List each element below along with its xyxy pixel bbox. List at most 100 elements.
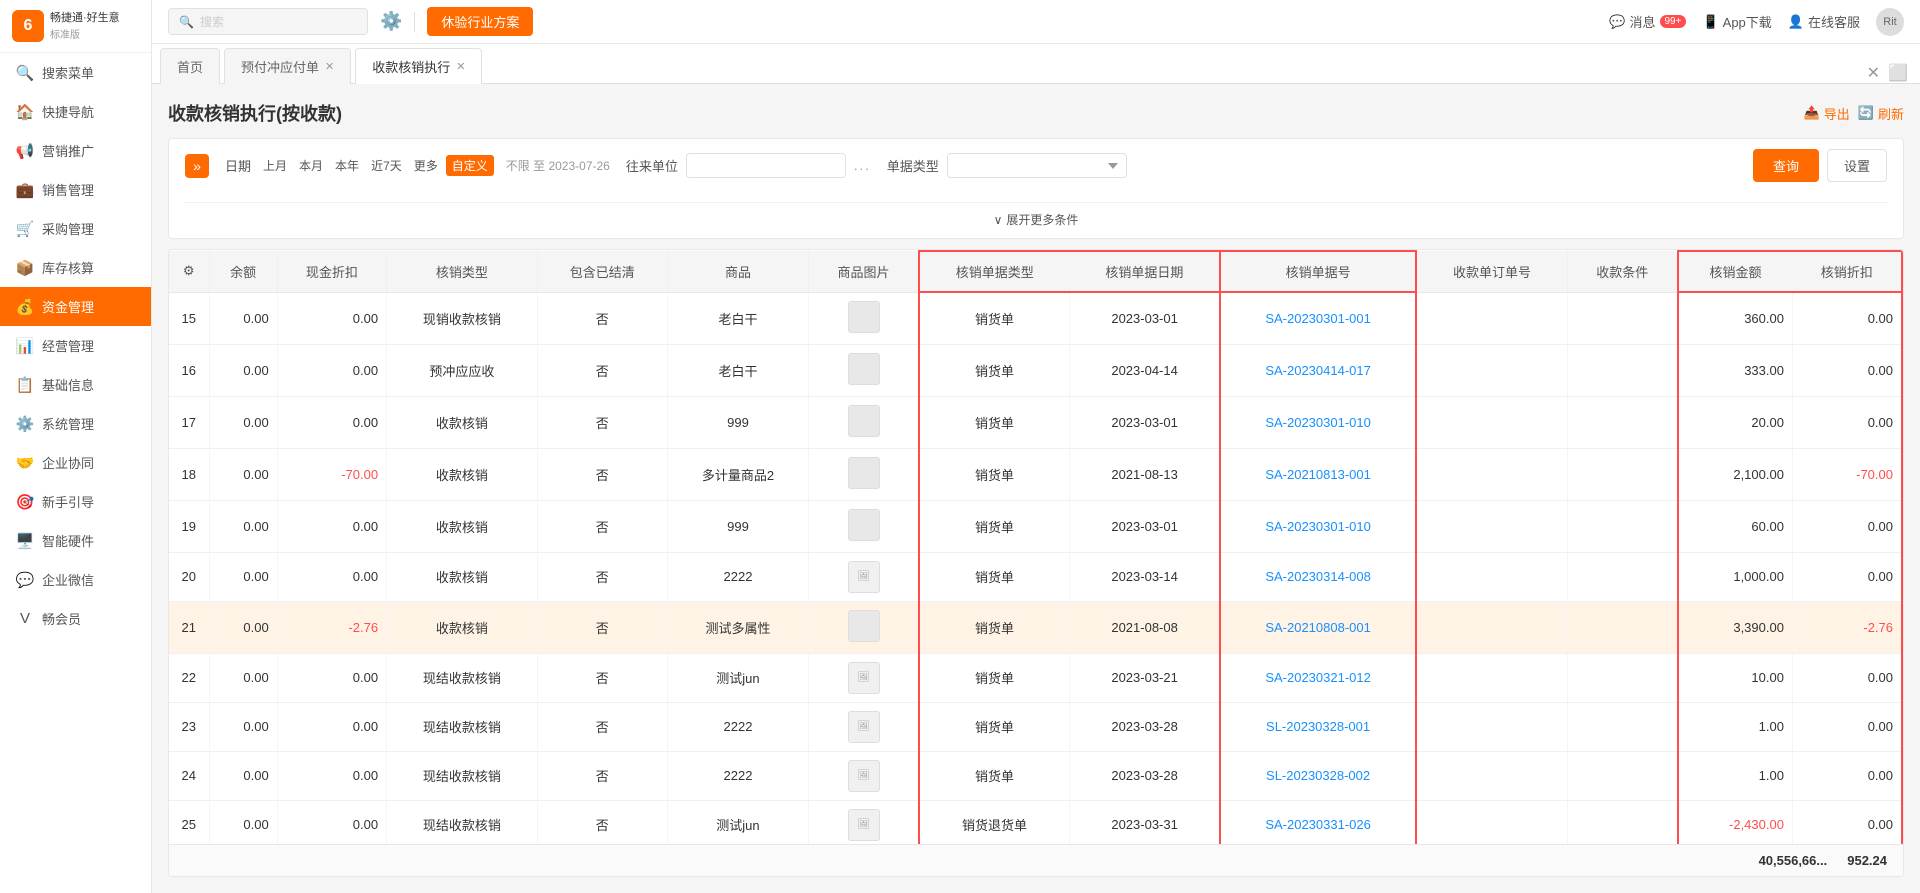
sidebar-label-search: 搜索菜单 — [42, 63, 94, 82]
col-header-settings[interactable]: ⚙ — [169, 251, 209, 292]
expand-more-conditions[interactable]: ∨ 展开更多条件 — [185, 202, 1887, 228]
bill-no-link-21[interactable]: SA-20210808-001 — [1265, 620, 1371, 635]
bill-no-link-20[interactable]: SA-20230314-008 — [1265, 569, 1371, 584]
cell-include-settled-21: 否 — [537, 601, 667, 653]
table-row: 20 0.00 0.00 收款核销 否 2222 🖼 销货单 2023-03-1… — [169, 552, 1902, 601]
window-minimize-icon[interactable]: ✕ — [1867, 63, 1880, 83]
sidebar-item-finance[interactable]: 💰 资金管理 — [0, 287, 151, 326]
sidebar-icon-finance: 💰 — [16, 298, 34, 316]
cell-bill-date-19: 2023-03-01 — [1070, 500, 1221, 552]
cell-verify-type-23: 现结收款核销 — [387, 702, 538, 751]
export-btn[interactable]: 📤 导出 — [1804, 104, 1850, 123]
col-header-product: 商品 — [667, 251, 808, 292]
cell-product-img-18 — [809, 448, 919, 500]
cell-collect-order-no-20 — [1416, 552, 1567, 601]
col-header-verify-amount: 核销金额 — [1678, 251, 1793, 292]
top-bar-divider — [414, 12, 415, 32]
sidebar-item-quicknav[interactable]: 🏠 快捷导航 — [0, 92, 151, 131]
bill-no-link-22[interactable]: SA-20230321-012 — [1265, 670, 1371, 685]
cell-verify-type-19: 收款核销 — [387, 500, 538, 552]
date-option-7days[interactable]: 近7天 — [367, 155, 406, 176]
tab-prepay[interactable]: 预付冲应付单 ✕ — [224, 48, 351, 84]
bill-no-link-24[interactable]: SL-20230328-002 — [1266, 768, 1370, 783]
sidebar-item-sales[interactable]: 💼 销售管理 — [0, 170, 151, 209]
sidebar-item-hardware[interactable]: 🖥️ 智能硬件 — [0, 521, 151, 560]
cell-collect-condition-18 — [1567, 448, 1677, 500]
date-option-last-month[interactable]: 上月 — [259, 155, 291, 176]
sidebar-icon-basic: 📋 — [16, 376, 34, 394]
bill-no-link-17[interactable]: SA-20230301-010 — [1265, 415, 1371, 430]
sidebar-item-operation[interactable]: 📊 经营管理 — [0, 326, 151, 365]
industry-btn[interactable]: 休验行业方案 — [427, 7, 533, 36]
bill-no-link-19[interactable]: SA-20230301-010 — [1265, 519, 1371, 534]
filter-settings-btn[interactable]: 设置 — [1827, 149, 1887, 182]
sidebar-item-collab[interactable]: 🤝 企业协同 — [0, 443, 151, 482]
sidebar-item-guide[interactable]: 🎯 新手引导 — [0, 482, 151, 521]
cell-include-settled-22: 否 — [537, 653, 667, 702]
from-unit-input[interactable] — [686, 153, 846, 178]
cell-no-20: 20 — [169, 552, 209, 601]
sidebar-item-member[interactable]: V 畅会员 — [0, 599, 151, 638]
sidebar-item-purchase[interactable]: 🛒 采购管理 — [0, 209, 151, 248]
messages-btn[interactable]: 💬 消息 99+ — [1609, 12, 1686, 31]
online-service-btn[interactable]: 👤 在线客服 — [1788, 12, 1860, 31]
user-avatar[interactable]: Rit — [1876, 8, 1904, 36]
cell-product-img-20: 🖼 — [809, 552, 919, 601]
filter-expand-btn[interactable]: » — [185, 154, 209, 178]
cell-verify-discount-23: 0.00 — [1792, 702, 1902, 751]
sidebar-icon-collab: 🤝 — [16, 454, 34, 472]
cell-bill-type-19: 销货单 — [919, 500, 1070, 552]
tab-collect[interactable]: 收款核销执行 ✕ — [355, 48, 482, 84]
tab-prepay-close[interactable]: ✕ — [325, 60, 334, 73]
sidebar: 6 畅捷通·好生意 标准版 🔍 搜索菜单 🏠 快捷导航 📢 营销推广 💼 销售管… — [0, 0, 152, 893]
bill-no-link-25[interactable]: SA-20230331-026 — [1265, 817, 1371, 832]
settings-icon[interactable]: ⚙️ — [380, 11, 402, 32]
window-maximize-icon[interactable]: ⬜ — [1888, 63, 1908, 83]
date-option-this-month[interactable]: 本月 — [295, 155, 327, 176]
cell-balance-23: 0.00 — [209, 702, 277, 751]
sidebar-item-search[interactable]: 🔍 搜索菜单 — [0, 53, 151, 92]
bill-no-link-23[interactable]: SL-20230328-001 — [1266, 719, 1370, 734]
cell-collect-order-no-16 — [1416, 344, 1567, 396]
sidebar-item-system[interactable]: ⚙️ 系统管理 — [0, 404, 151, 443]
date-option-more[interactable]: 更多 — [410, 155, 442, 176]
product-img-25: 🖼 — [848, 809, 880, 841]
page-actions: 📤 导出 🔄 刷新 — [1804, 104, 1904, 123]
table-scroll[interactable]: ⚙ 余额 现金折扣 核销类型 包含已结清 商品 商品图片 核销单据类型 核销单据… — [169, 250, 1903, 844]
date-option-this-year[interactable]: 本年 — [331, 155, 363, 176]
sidebar-item-inventory[interactable]: 📦 库存核算 — [0, 248, 151, 287]
sidebar-label-operation: 经营管理 — [42, 336, 94, 355]
sidebar-icon-marketing: 📢 — [16, 142, 34, 160]
sidebar-icon-hardware: 🖥️ — [16, 532, 34, 550]
cell-collect-condition-20 — [1567, 552, 1677, 601]
cell-collect-order-no-24 — [1416, 751, 1567, 800]
tab-home[interactable]: 首页 — [160, 48, 220, 84]
cell-bill-date-22: 2023-03-21 — [1070, 653, 1221, 702]
bill-no-link-15[interactable]: SA-20230301-001 — [1265, 311, 1371, 326]
sidebar-item-marketing[interactable]: 📢 营销推广 — [0, 131, 151, 170]
top-search-box[interactable]: 🔍 搜索 — [168, 8, 368, 35]
date-option-custom[interactable]: 自定义 — [446, 155, 494, 176]
product-img-18 — [848, 457, 880, 489]
cell-cash-discount-15: 0.00 — [277, 292, 386, 344]
cell-product-24: 2222 — [667, 751, 808, 800]
app-download-btn[interactable]: 📱 App下载 — [1702, 12, 1771, 31]
sidebar-item-wechat[interactable]: 💬 企业微信 — [0, 560, 151, 599]
sidebar-label-member: 畅会员 — [42, 609, 81, 628]
col-header-bill-type: 核销单据类型 — [919, 251, 1070, 292]
cell-verify-type-16: 预冲应应收 — [387, 344, 538, 396]
bill-no-link-16[interactable]: SA-20230414-017 — [1265, 363, 1371, 378]
product-img-16 — [848, 353, 880, 385]
table-row: 19 0.00 0.00 收款核销 否 999 销货单 2023-03-01 S… — [169, 500, 1902, 552]
refresh-btn[interactable]: 🔄 刷新 — [1858, 104, 1904, 123]
query-btn[interactable]: 查询 — [1753, 149, 1819, 182]
page-header: 收款核销执行(按收款) 📤 导出 🔄 刷新 — [168, 100, 1904, 126]
tab-collect-close[interactable]: ✕ — [456, 60, 465, 73]
sidebar-item-basic[interactable]: 📋 基础信息 — [0, 365, 151, 404]
table-row: 17 0.00 0.00 收款核销 否 999 销货单 2023-03-01 S… — [169, 396, 1902, 448]
cell-bill-date-20: 2023-03-14 — [1070, 552, 1221, 601]
cell-product-img-19 — [809, 500, 919, 552]
voucher-type-select[interactable] — [947, 153, 1127, 178]
col-header-product-img: 商品图片 — [809, 251, 919, 292]
bill-no-link-18[interactable]: SA-20210813-001 — [1265, 467, 1371, 482]
